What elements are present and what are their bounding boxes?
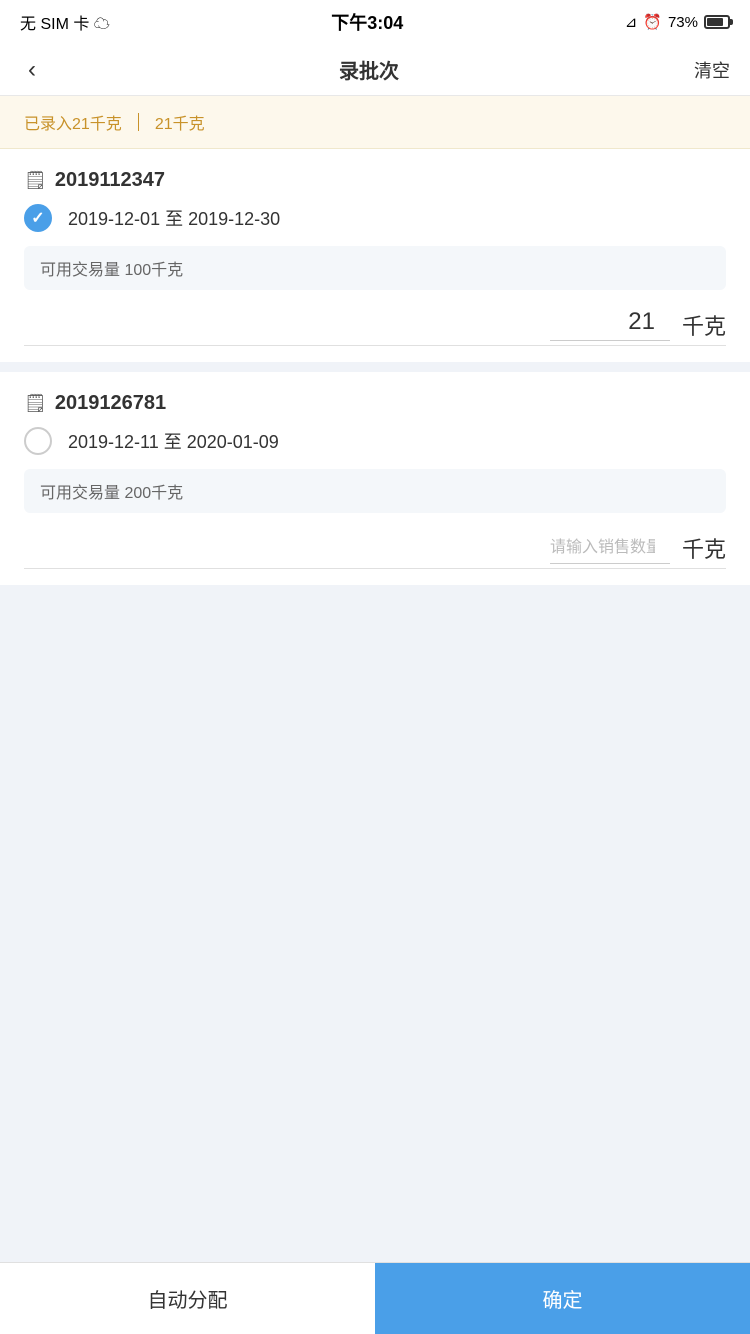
status-time: 下午3:04 <box>331 9 403 35</box>
back-button[interactable]: ‹ <box>20 48 44 92</box>
batch-amount-row-2: 千克 <box>24 527 726 564</box>
auto-assign-button[interactable]: 自动分配 <box>0 1263 375 1334</box>
batch-amount-input-1[interactable] <box>550 308 670 341</box>
radio-1[interactable] <box>24 204 52 232</box>
entered-amount-label: 已录入21千克 <box>24 110 122 134</box>
battery-percent: 73% <box>668 14 698 31</box>
info-banner: 已录入21千克 21千克 <box>0 96 750 149</box>
batch-amount-input-2[interactable] <box>550 531 670 564</box>
batch-date-2: 2019-12-11 至 2020-01-09 <box>68 428 279 454</box>
separator-2 <box>24 568 726 569</box>
alarm-icon: ⏰ <box>643 13 662 31</box>
batch-date-1: 2019-12-01 至 2019-12-30 <box>68 205 280 231</box>
sim-status: 无 SIM 卡 ☁ <box>20 10 110 34</box>
batch-unit-1: 千克 <box>682 309 726 341</box>
info-divider <box>138 113 139 131</box>
entered-amount-value: 21千克 <box>155 110 205 134</box>
status-right: ⊿ ⏰ 73% <box>625 13 730 31</box>
clear-button[interactable]: 清空 <box>694 57 730 83</box>
status-left: 无 SIM 卡 ☁ <box>20 10 110 34</box>
section-gap <box>0 362 750 372</box>
batch-id-2: 2019126781 <box>55 392 166 415</box>
content-area <box>0 585 750 935</box>
batch-amount-row-1: 千克 <box>24 304 726 341</box>
batch-date-row-1[interactable]: 2019-12-01 至 2019-12-30 <box>24 204 726 232</box>
document-icon-1: 🗒 <box>24 170 47 191</box>
battery-icon <box>704 15 730 29</box>
separator-1 <box>24 345 726 346</box>
location-icon: ⊿ <box>625 13 638 31</box>
batch-card-1: 🗒 2019112347 2019-12-01 至 2019-12-30 可用交… <box>0 149 750 362</box>
confirm-button[interactable]: 确定 <box>375 1263 750 1334</box>
batch-id-row-1: 🗒 2019112347 <box>24 169 726 192</box>
batch-id-row-2: 🗒 2019126781 <box>24 392 726 415</box>
bottom-bar: 自动分配 确定 <box>0 1262 750 1334</box>
status-bar: 无 SIM 卡 ☁ 下午3:04 ⊿ ⏰ 73% <box>0 0 750 44</box>
batch-card-2: 🗒 2019126781 2019-12-11 至 2020-01-09 可用交… <box>0 372 750 585</box>
batch-available-1: 可用交易量 100千克 <box>24 246 726 290</box>
document-icon-2: 🗒 <box>24 393 47 414</box>
radio-2[interactable] <box>24 427 52 455</box>
batch-id-1: 2019112347 <box>55 169 165 192</box>
page-title: 录批次 <box>339 55 399 84</box>
batch-unit-2: 千克 <box>682 532 726 564</box>
nav-bar: ‹ 录批次 清空 <box>0 44 750 96</box>
batch-available-2: 可用交易量 200千克 <box>24 469 726 513</box>
batch-date-row-2[interactable]: 2019-12-11 至 2020-01-09 <box>24 427 726 455</box>
